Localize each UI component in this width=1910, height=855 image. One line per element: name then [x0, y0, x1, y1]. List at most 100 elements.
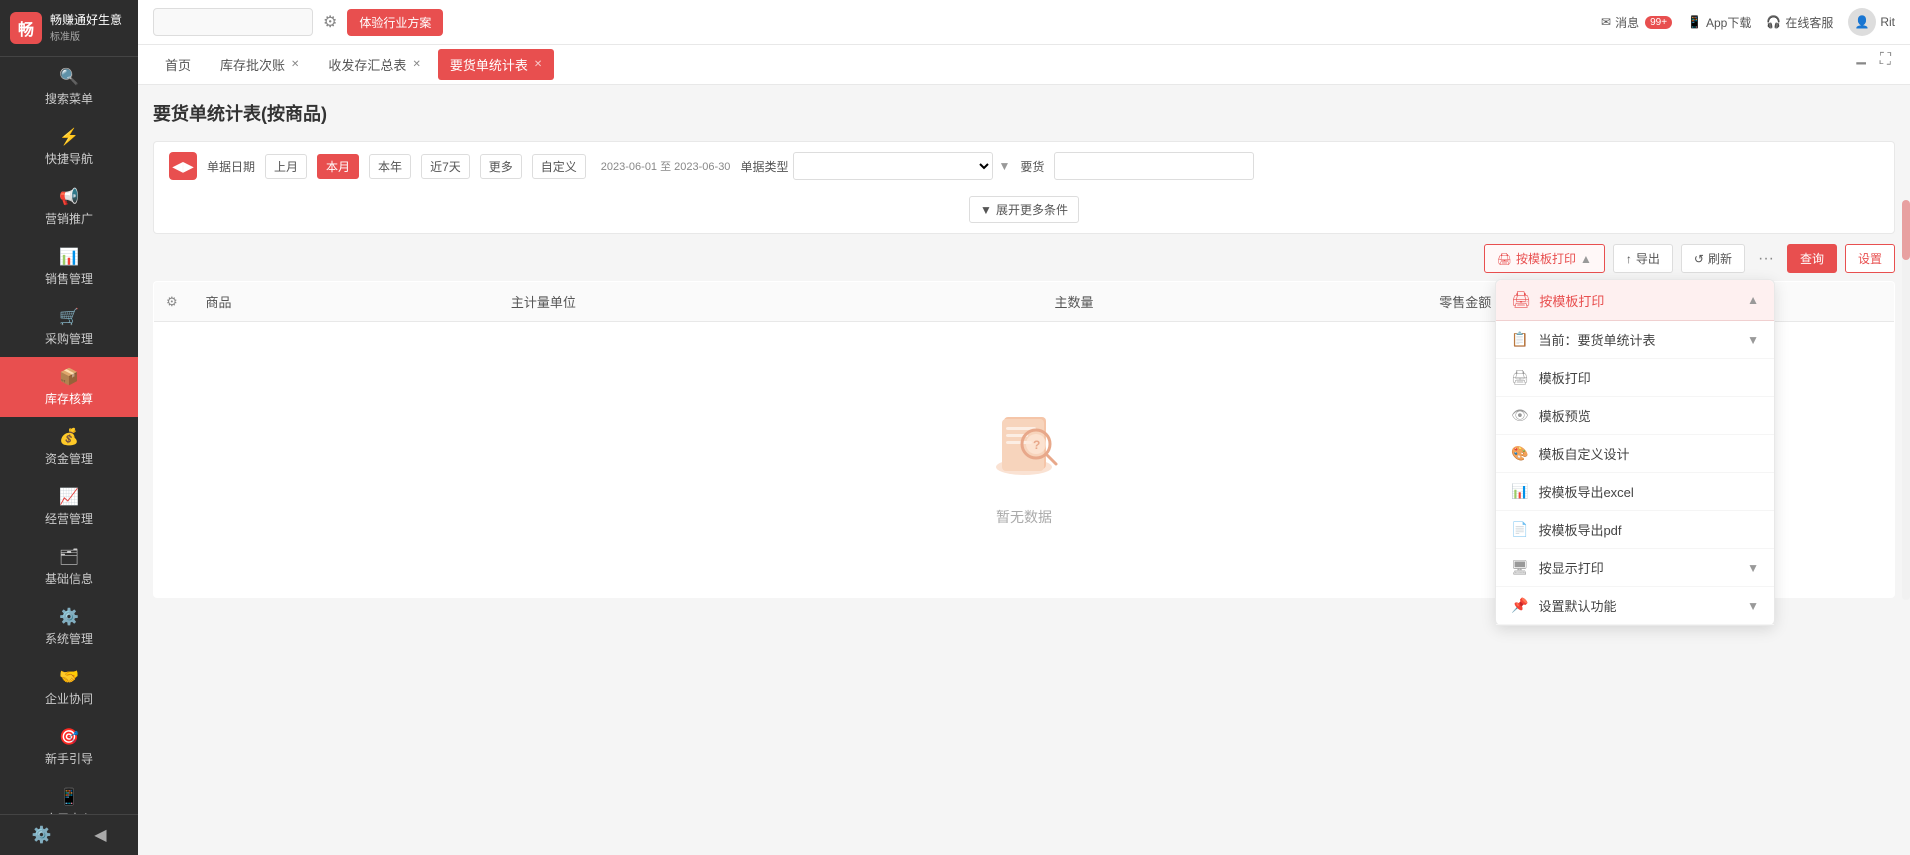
sidebar-item-collab[interactable]: 🤝 企业协同 — [0, 657, 138, 717]
maximize-btn[interactable]: ⛶ — [1876, 51, 1895, 78]
tab-requisition-close[interactable]: ✕ — [534, 59, 542, 70]
date-btn-more[interactable]: 更多 — [480, 154, 522, 179]
sidebar-footer: ⚙️ ◀ — [0, 814, 138, 855]
sidebar-item-purchase[interactable]: 🛒 采购管理 — [0, 297, 138, 357]
minimize-btn[interactable]: 🗕 — [1851, 51, 1870, 78]
sidebar-item-shortcut[interactable]: ⚡ 快捷导航 — [0, 117, 138, 177]
set-default-label: 设置默认功能 — [1538, 596, 1616, 615]
dropdown-export-excel[interactable]: 📊 按模板导出excel — [1496, 473, 1774, 511]
refresh-btn[interactable]: ↺ 刷新 — [1681, 244, 1745, 273]
table-gear-icon[interactable]: ⚙ — [166, 294, 178, 309]
set-default-left: 📌 设置默认功能 — [1511, 596, 1616, 615]
date-filter-label: 单据日期 — [207, 158, 255, 175]
sidebar-item-system[interactable]: ⚙️ 系统管理 — [0, 597, 138, 657]
sidebar-item-label: 快捷导航 — [45, 150, 93, 167]
experience-btn[interactable]: 体验行业方案 — [347, 9, 443, 36]
sidebar-item-basic[interactable]: 🗂 基础信息 — [0, 537, 138, 597]
dropdown-display-print[interactable]: 🖥 按显示打印 ▼ — [1496, 549, 1774, 587]
pdf-icon: 📄 — [1511, 521, 1528, 538]
tab-receipts-close[interactable]: ✕ — [412, 59, 420, 70]
tab-batch-close[interactable]: ✕ — [291, 59, 299, 70]
expand-more-btn[interactable]: ▼ 展开更多条件 — [969, 196, 1079, 223]
sidebar-item-search[interactable]: 🔍 搜索菜单 — [0, 57, 138, 117]
date-range-text: 2023-06-01 至 2023-06-30 — [601, 158, 731, 174]
export-excel-label: 按模板导出excel — [1538, 482, 1633, 501]
settings-btn[interactable]: 设置 — [1845, 244, 1895, 273]
search-icon: 🔍 — [59, 67, 79, 87]
date-btn-7days[interactable]: 近7天 — [421, 154, 470, 179]
search-input[interactable] — [153, 8, 313, 36]
date-btn-current-month[interactable]: 本月 — [317, 154, 359, 179]
phone-icon: 📱 — [1687, 15, 1702, 29]
headset-icon: 🎧 — [1766, 15, 1781, 29]
print-btn[interactable]: 🖨 按模板打印 ▲ — [1484, 244, 1605, 273]
sidebar-item-label: 企业协同 — [45, 690, 93, 707]
tab-receipts-label: 收发存汇总表 — [328, 55, 406, 74]
sidebar-item-inventory[interactable]: 📦 库存核算 — [0, 357, 138, 417]
more-options-btn[interactable]: ··· — [1753, 250, 1779, 268]
collapse-sidebar-btn[interactable]: ◀ — [94, 825, 106, 845]
tab-requisition-label: 要货单统计表 — [450, 55, 528, 74]
sidebar: 畅 畅赚通好生意 标准版 🔍 搜索菜单 ⚡ 快捷导航 📢 营销推广 📊 销售管理… — [0, 0, 138, 855]
shortcut-icon: ⚡ — [59, 127, 79, 147]
filter-row: ◀▶ 单据日期 上月 本月 本年 近7天 更多 自定义 2023-06-01 至… — [169, 152, 1879, 180]
online-service-btn[interactable]: 🎧 在线客服 — [1766, 14, 1833, 31]
goods-filter-input[interactable] — [1054, 152, 1254, 180]
messages-btn[interactable]: ✉ 消息 99+ — [1601, 14, 1672, 31]
sidebar-item-marketing[interactable]: 📢 营销推广 — [0, 177, 138, 237]
expand-icon: ▼ — [980, 203, 992, 217]
sidebar-item-operation[interactable]: 📈 经营管理 — [0, 477, 138, 537]
sales-icon: 📊 — [59, 247, 79, 267]
operation-icon: 📈 — [59, 487, 79, 507]
topbar-left: ⚙ 体验行业方案 — [153, 8, 443, 36]
vertical-scrollbar[interactable] — [1902, 200, 1910, 600]
topbar: ⚙ 体验行业方案 ✉ 消息 99+ 📱 App下载 🎧 在线客服 👤 Rit — [138, 0, 1910, 45]
user-profile-btn[interactable]: 👤 Rit — [1848, 8, 1895, 36]
date-btn-custom[interactable]: 自定义 — [532, 154, 586, 179]
sidebar-item-appstore[interactable]: 📱 应用中心 — [0, 777, 138, 814]
sidebar-item-label: 系统管理 — [45, 630, 93, 647]
app-download-btn[interactable]: 📱 App下载 — [1687, 14, 1751, 31]
sidebar-item-guide[interactable]: 🎯 新手引导 — [0, 717, 138, 777]
empty-illustration: ? — [974, 392, 1074, 492]
set-default-chevron: ▼ — [1747, 599, 1759, 613]
sidebar-item-label: 新手引导 — [45, 750, 93, 767]
order-type-select[interactable] — [793, 152, 993, 180]
topbar-gear-icon[interactable]: ⚙ — [323, 12, 337, 32]
dropdown-current-template[interactable]: 📋 当前：要货单统计表 ▼ — [1496, 321, 1774, 359]
sidebar-item-sales[interactable]: 📊 销售管理 — [0, 237, 138, 297]
dropdown-close-chevron[interactable]: ▲ — [1747, 293, 1759, 307]
display-print-icon: 🖥 — [1511, 559, 1529, 576]
online-service-label: 在线客服 — [1785, 14, 1833, 31]
design-icon: 🎨 — [1511, 445, 1528, 462]
sidebar-item-label: 营销推广 — [45, 210, 93, 227]
tab-receipts[interactable]: 收发存汇总表 ✕ — [316, 49, 432, 80]
dropdown-template-design[interactable]: 🎨 模板自定义设计 — [1496, 435, 1774, 473]
empty-text: 暂无数据 — [996, 507, 1052, 527]
quantity-col-label: 主数量 — [1054, 295, 1093, 310]
settings-footer-btn[interactable]: ⚙️ — [31, 825, 51, 845]
template-preview-label: 模板预览 — [1539, 406, 1591, 425]
date-btn-current-year[interactable]: 本年 — [369, 154, 411, 179]
query-btn[interactable]: 查询 — [1787, 244, 1837, 273]
display-print-label: 按显示打印 — [1539, 558, 1604, 577]
print-dropdown-arrow: ▲ — [1580, 252, 1592, 266]
dropdown-template-print[interactable]: 🖨 模板打印 — [1496, 359, 1774, 397]
tab-requisition[interactable]: 要货单统计表 ✕ — [438, 49, 554, 80]
dropdown-set-default[interactable]: 📌 设置默认功能 ▼ — [1496, 587, 1774, 625]
dropdown-template-preview[interactable]: 👁 模板预览 — [1496, 397, 1774, 435]
sidebar-item-finance[interactable]: 💰 资金管理 — [0, 417, 138, 477]
filter-expand-btn[interactable]: ◀▶ — [169, 152, 197, 180]
sidebar-item-label: 销售管理 — [45, 270, 93, 287]
tab-home[interactable]: 首页 — [153, 49, 203, 80]
dropdown-export-pdf[interactable]: 📄 按模板导出pdf — [1496, 511, 1774, 549]
app-download-label: App下载 — [1706, 14, 1751, 31]
select-dropdown-icon: ▼ — [998, 159, 1010, 173]
tab-batch[interactable]: 库存批次账 ✕ — [208, 49, 311, 80]
print-template-icon: 🖨 — [1511, 369, 1529, 386]
dropdown-header[interactable]: 🖨 按模板打印 ▲ — [1496, 280, 1774, 321]
filter-bar: ◀▶ 单据日期 上月 本月 本年 近7天 更多 自定义 2023-06-01 至… — [153, 141, 1895, 234]
date-btn-last-month[interactable]: 上月 — [265, 154, 307, 179]
scrollbar-thumb[interactable] — [1902, 200, 1910, 260]
export-btn[interactable]: ↑ 导出 — [1613, 244, 1673, 273]
